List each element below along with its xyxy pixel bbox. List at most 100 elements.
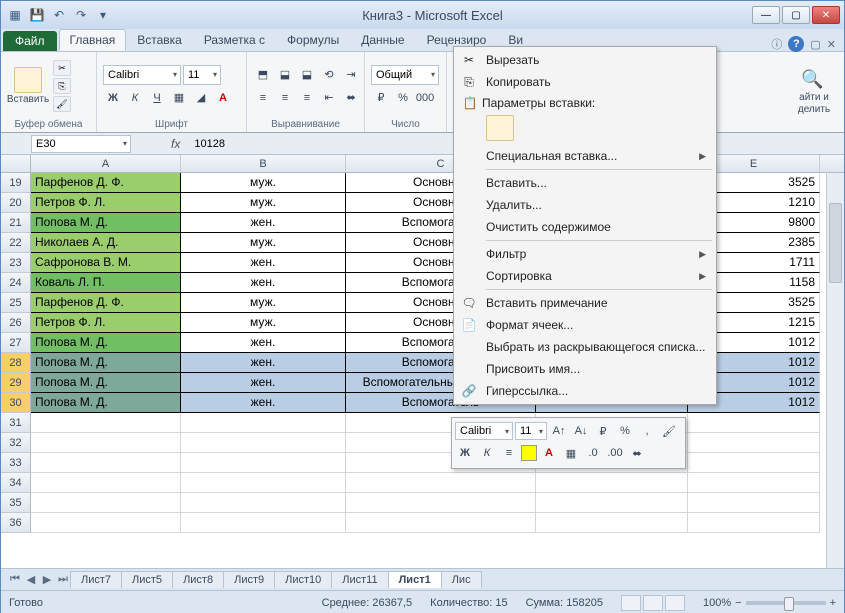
cell[interactable]	[181, 513, 346, 533]
cell[interactable]: Попова М. Д.	[31, 353, 181, 373]
mini-italic[interactable]: К	[477, 443, 497, 463]
table-row[interactable]: 20Петров Ф. Л.муж.Основной1210	[1, 193, 844, 213]
grid[interactable]: A B C D E 19Парфенов Д. Ф.муж.Основной35…	[1, 155, 844, 568]
row-header[interactable]: 35	[1, 493, 31, 513]
sheet-tab[interactable]: Лист8	[172, 571, 224, 588]
sheet-tab[interactable]: Лист10	[274, 571, 332, 588]
percent-button[interactable]: %	[393, 88, 413, 108]
mini-grow-font[interactable]: A↑	[549, 421, 569, 441]
table-row[interactable]: 22Николаев А. Д.муж.Основной2385	[1, 233, 844, 253]
indent-dec-button[interactable]: ⇤	[319, 88, 339, 108]
cell[interactable]: Попова М. Д.	[31, 333, 181, 353]
table-row[interactable]: 29Попова М. Д.жен.Вспомогательный персон…	[1, 373, 844, 393]
col-header-a[interactable]: A	[31, 155, 181, 172]
mini-size-combo[interactable]: 11	[515, 422, 547, 440]
redo-button[interactable]: ↷	[71, 5, 91, 25]
mini-font-combo[interactable]: Calibri	[455, 422, 513, 440]
cell[interactable]	[181, 433, 346, 453]
cell[interactable]: жен.	[181, 393, 346, 413]
qat-customize-icon[interactable]: ▾	[93, 5, 113, 25]
cell[interactable]	[31, 453, 181, 473]
cell[interactable]	[688, 433, 820, 453]
cell[interactable]	[346, 493, 536, 513]
cell[interactable]: Попова М. Д.	[31, 393, 181, 413]
cell[interactable]: муж.	[181, 173, 346, 193]
row-header[interactable]: 23	[1, 253, 31, 273]
format-painter-icon[interactable]: 🖌	[53, 96, 71, 112]
mini-align[interactable]: ≡	[499, 443, 519, 463]
col-header-b[interactable]: B	[181, 155, 346, 172]
cell[interactable]: муж.	[181, 313, 346, 333]
merge-button[interactable]: ⬌	[341, 88, 361, 108]
row-header[interactable]: 21	[1, 213, 31, 233]
cell[interactable]: жен.	[181, 333, 346, 353]
sheet-tab[interactable]: Лист5	[121, 571, 173, 588]
sheet-nav-prev[interactable]: ◀	[23, 573, 39, 586]
table-row[interactable]: 32	[1, 433, 844, 453]
view-pagebreak-button[interactable]	[665, 595, 685, 611]
tab-layout[interactable]: Разметка с	[193, 29, 276, 51]
cell[interactable]	[536, 473, 688, 493]
cell[interactable]	[31, 473, 181, 493]
paste-button[interactable]: Вставить	[7, 67, 49, 105]
align-left-button[interactable]: ≡	[253, 88, 273, 108]
fx-icon[interactable]: fx	[171, 137, 180, 151]
row-header[interactable]: 36	[1, 513, 31, 533]
table-row[interactable]: 33	[1, 453, 844, 473]
sheet-tab[interactable]: Лист1	[388, 571, 442, 588]
table-row[interactable]: 34	[1, 473, 844, 493]
ctx-filter[interactable]: Фильтр▶	[456, 243, 714, 265]
zoom-in-button[interactable]: +	[830, 597, 836, 609]
row-header[interactable]: 34	[1, 473, 31, 493]
row-header[interactable]: 27	[1, 333, 31, 353]
zoom-level[interactable]: 100%	[703, 597, 731, 609]
comma-button[interactable]: 000	[415, 88, 435, 108]
excel-icon[interactable]: ▦	[5, 5, 25, 25]
font-color-button[interactable]: А	[213, 88, 233, 108]
row-header[interactable]: 32	[1, 433, 31, 453]
ctx-hyperlink[interactable]: 🔗Гиперссылка...	[456, 380, 714, 402]
cell[interactable]	[31, 433, 181, 453]
mini-font-color[interactable]: А	[539, 443, 559, 463]
save-button[interactable]: 💾	[27, 5, 47, 25]
table-row[interactable]: 30Попова М. Д.жен.Вспомогатель1012	[1, 393, 844, 413]
tab-formulas[interactable]: Формулы	[276, 29, 350, 51]
table-row[interactable]: 36	[1, 513, 844, 533]
cell[interactable]	[31, 413, 181, 433]
table-row[interactable]: 35	[1, 493, 844, 513]
ctx-insert[interactable]: Вставить...	[456, 172, 714, 194]
mini-shrink-font[interactable]: A↓	[571, 421, 591, 441]
sheet-tab[interactable]: Лист9	[223, 571, 275, 588]
mini-format-painter[interactable]: 🖌	[659, 421, 679, 441]
row-header[interactable]: 20	[1, 193, 31, 213]
undo-button[interactable]: ↶	[49, 5, 69, 25]
cell[interactable]: жен.	[181, 273, 346, 293]
mini-dec-inc[interactable]: .0	[583, 443, 603, 463]
help-info-icon[interactable]: ⓘ	[771, 36, 782, 52]
maximize-button[interactable]: ▢	[782, 6, 810, 24]
cut-icon[interactable]: ✂	[53, 60, 71, 76]
row-header[interactable]: 30	[1, 393, 31, 413]
cell[interactable]	[536, 513, 688, 533]
close-button[interactable]: ✕	[812, 6, 840, 24]
cell[interactable]: Николаев А. Д.	[31, 233, 181, 253]
row-header[interactable]: 28	[1, 353, 31, 373]
border-button[interactable]: ▦	[169, 88, 189, 108]
ctx-cut[interactable]: ✂Вырезать	[456, 49, 714, 71]
cell[interactable]	[688, 413, 820, 433]
zoom-out-button[interactable]: −	[735, 597, 741, 609]
ctx-define-name[interactable]: Присвоить имя...	[456, 358, 714, 380]
orientation-button[interactable]: ⟲	[319, 65, 339, 85]
italic-button[interactable]: К	[125, 88, 145, 108]
ribbon-minimize-icon[interactable]: ▢	[810, 38, 820, 51]
number-format-combo[interactable]: Общий	[371, 65, 439, 85]
mini-fill-color[interactable]	[521, 445, 537, 461]
tab-insert[interactable]: Вставка	[126, 29, 193, 51]
help-icon[interactable]: ?	[788, 36, 804, 52]
underline-button[interactable]: Ч	[147, 88, 167, 108]
ctx-sort[interactable]: Сортировка▶	[456, 265, 714, 287]
cell[interactable]	[688, 453, 820, 473]
cell[interactable]	[688, 493, 820, 513]
cell[interactable]: муж.	[181, 233, 346, 253]
ctx-clear-contents[interactable]: Очистить содержимое	[456, 216, 714, 238]
